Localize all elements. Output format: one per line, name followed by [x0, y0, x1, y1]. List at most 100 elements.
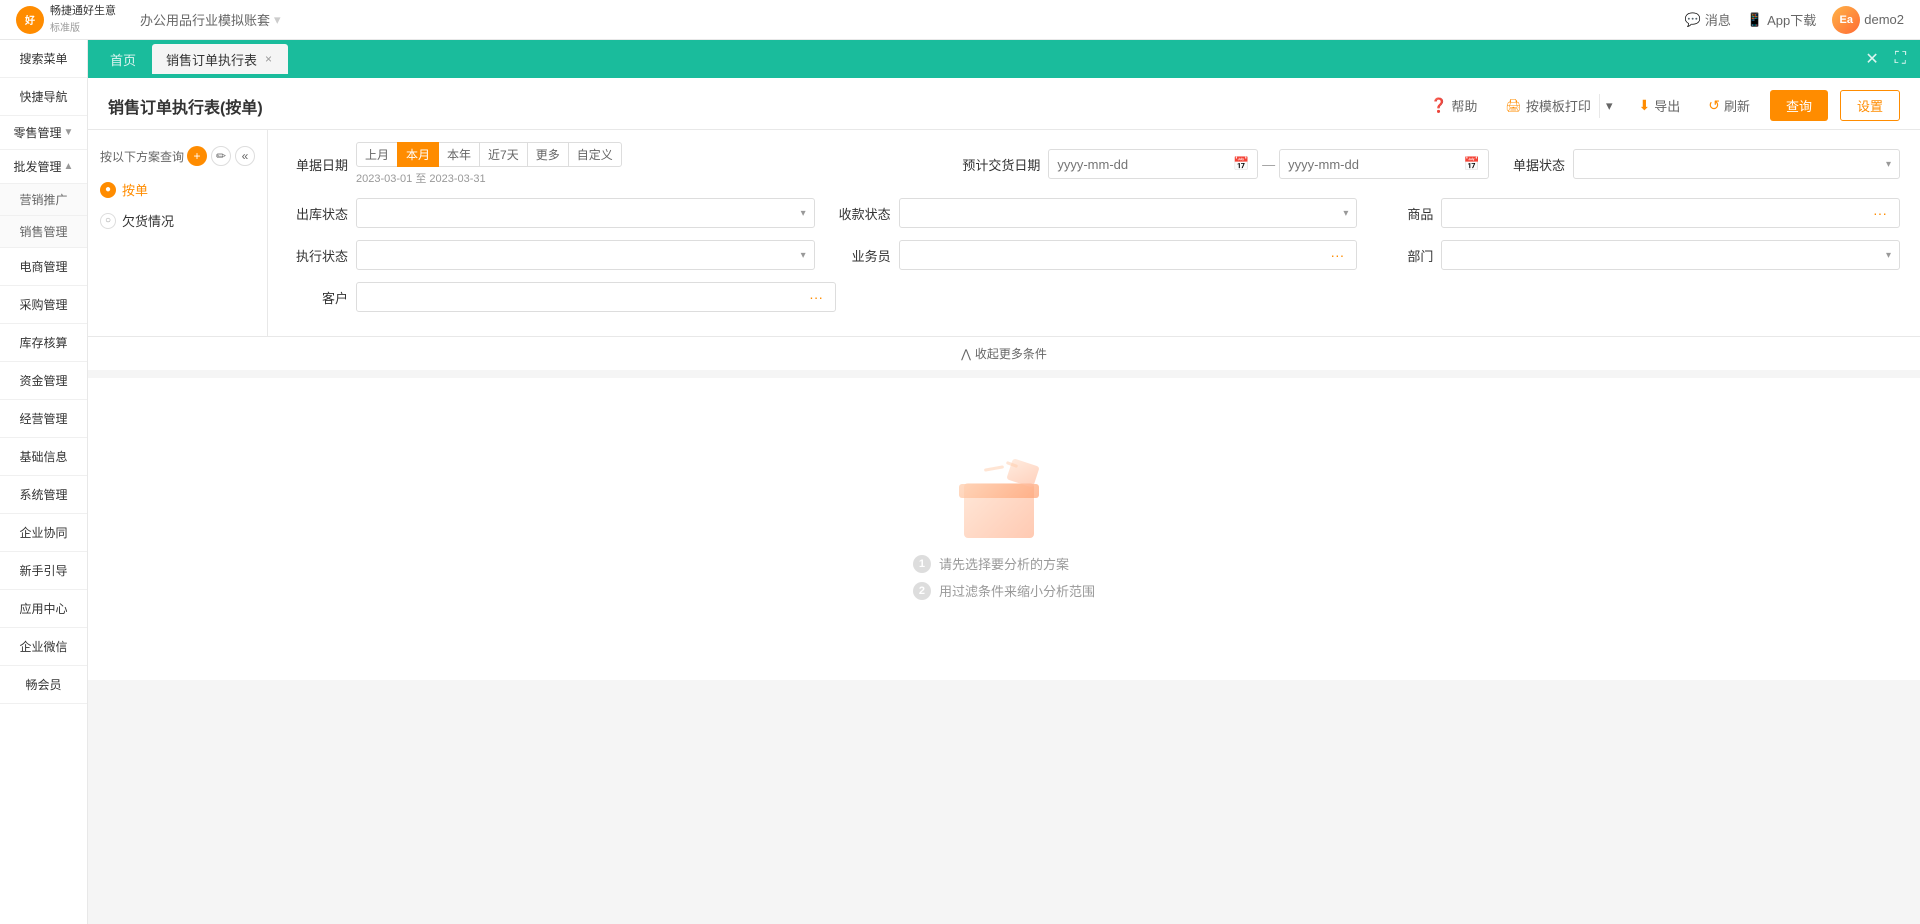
print-button-group: 🖨 按模板打印 ▾	[1497, 92, 1618, 119]
salesperson-select[interactable]: ···	[899, 240, 1358, 270]
execution-select-arrow: ▾	[801, 250, 806, 261]
breadcrumb-text: 办公用品行业模拟账套	[140, 10, 270, 29]
date-tab-this-month[interactable]: 本月	[397, 142, 439, 167]
sidebar-item-enterprise[interactable]: 企业协同	[0, 514, 87, 552]
empty-state: 1 请先选择要分析的方案 2 用过滤条件来缩小分析范围	[88, 378, 1920, 680]
filter-row-2: 出库状态 ▾ 收款状态 ▾	[288, 198, 1900, 228]
customer-more-icon[interactable]: ···	[805, 289, 827, 305]
sidebar-item-purchase[interactable]: 采购管理	[0, 286, 87, 324]
goods-label: 商品	[1373, 204, 1433, 223]
payment-group: 收款状态 ▾	[831, 198, 1358, 228]
filter-row-3: 执行状态 ▾ 业务员 ···	[288, 240, 1900, 270]
sidebar-item-inventory[interactable]: 库存核算	[0, 324, 87, 362]
sidebar-item-search[interactable]: 搜索菜单	[0, 40, 87, 78]
tab-close-icon[interactable]: ×	[263, 52, 274, 66]
date-range-text: 2023-03-01 至 2023-03-31	[356, 170, 946, 186]
content-area: 首页 销售订单执行表 × ✕ ⛶ 销售订单执行表(按单) ❓ 帮助	[88, 40, 1920, 924]
step-1-text: 请先选择要分析的方案	[939, 554, 1069, 573]
collapse-chevron-icon: ⋀	[961, 347, 971, 361]
header-left: 好 畅捷通好生意 标准版 办公用品行业模拟账套 ▾	[16, 5, 281, 33]
scheme-item-by-order[interactable]: ● 按单	[88, 174, 267, 205]
outbound-select[interactable]: ▾	[356, 198, 815, 228]
expected-date-end[interactable]: 📅	[1279, 149, 1489, 179]
app-download-button[interactable]: 📱 App下载	[1747, 10, 1816, 29]
tab-sales-order[interactable]: 销售订单执行表 ×	[152, 44, 288, 74]
sidebar-item-member[interactable]: 畅会员	[0, 666, 87, 704]
customer-select[interactable]: ···	[356, 282, 836, 312]
sidebar-item-sales-management[interactable]: 销售管理	[0, 216, 87, 248]
add-scheme-button[interactable]: +	[187, 146, 207, 166]
salesperson-more-icon[interactable]: ···	[1326, 247, 1348, 263]
sidebar-item-quick-nav[interactable]: 快捷导航	[0, 78, 87, 116]
help-button[interactable]: ❓ 帮助	[1422, 92, 1485, 119]
step-1-number: 1	[913, 555, 931, 573]
logo-subtitle: 标准版	[50, 19, 116, 34]
scheme-item-backorder[interactable]: ○ 欠货情况	[88, 205, 267, 236]
sidebar-item-finance[interactable]: 资金管理	[0, 362, 87, 400]
dept-group: 部门 ▾	[1373, 240, 1900, 270]
export-button[interactable]: ⬇ 导出	[1630, 92, 1688, 119]
settings-button[interactable]: 设置	[1840, 90, 1900, 121]
status-select[interactable]: ▾	[1573, 149, 1900, 179]
message-button[interactable]: 💬 消息	[1685, 10, 1731, 29]
date-tab-more[interactable]: 更多	[527, 142, 569, 167]
logo-text-area: 畅捷通好生意 标准版	[50, 5, 116, 33]
export-icon: ⬇	[1638, 97, 1650, 114]
payment-select[interactable]: ▾	[899, 198, 1358, 228]
sidebar-item-app-center[interactable]: 应用中心	[0, 590, 87, 628]
scheme-inactive-icon: ○	[100, 213, 116, 229]
sidebar-item-system[interactable]: 系统管理	[0, 476, 87, 514]
wholesale-expand-icon: ▲	[64, 161, 74, 172]
edit-scheme-button[interactable]: ✏	[211, 146, 231, 166]
sidebar-item-newbie[interactable]: 新手引导	[0, 552, 87, 590]
sidebar-item-marketing[interactable]: 营销推广	[0, 184, 87, 216]
date-tab-custom[interactable]: 自定义	[568, 142, 622, 167]
expected-date-start-input[interactable]	[1057, 157, 1229, 172]
collapse-button[interactable]: ⋀ 收起更多条件	[961, 345, 1047, 362]
refresh-button[interactable]: ↺ 刷新	[1700, 92, 1758, 119]
filter-panel: 按以下方案查询 + ✏ « ● 按单 ○	[88, 130, 1920, 370]
logo-area[interactable]: 好 畅捷通好生意 标准版	[16, 5, 116, 33]
step-2-number: 2	[913, 582, 931, 600]
goods-select[interactable]: ···	[1441, 198, 1900, 228]
customer-label: 客户	[288, 288, 348, 307]
tab-home[interactable]: 首页	[96, 44, 150, 74]
tab-bar: 首页 销售订单执行表 × ✕ ⛶	[88, 40, 1920, 78]
sidebar-item-basic-info[interactable]: 基础信息	[0, 438, 87, 476]
empty-step-2: 2 用过滤条件来缩小分析范围	[913, 581, 1095, 600]
username-label: demo2	[1864, 12, 1904, 27]
expected-date-start[interactable]: 📅	[1048, 149, 1258, 179]
print-button[interactable]: 🖨 按模板打印	[1497, 92, 1599, 119]
dept-select-arrow: ▾	[1886, 250, 1891, 261]
user-area[interactable]: Ea demo2	[1832, 6, 1904, 34]
breadcrumb-arrow-icon[interactable]: ▾	[274, 12, 281, 28]
print-label: 按模板打印	[1526, 96, 1591, 115]
message-icon: 💬	[1685, 12, 1701, 28]
collapse-label: 收起更多条件	[975, 345, 1047, 362]
date-tab-this-year[interactable]: 本年	[438, 142, 480, 167]
step-2-text: 用过滤条件来缩小分析范围	[939, 581, 1095, 600]
dept-select[interactable]: ▾	[1441, 240, 1900, 270]
logo-icon: 好	[16, 6, 44, 34]
goods-more-icon[interactable]: ···	[1869, 205, 1891, 221]
empty-messages: 1 请先选择要分析的方案 2 用过滤条件来缩小分析范围	[913, 554, 1095, 600]
date-tab-last-month[interactable]: 上月	[356, 142, 398, 167]
execution-select[interactable]: ▾	[356, 240, 815, 270]
date-label: 单据日期	[288, 155, 348, 174]
expected-date-end-input[interactable]	[1288, 157, 1460, 172]
top-header: 好 畅捷通好生意 标准版 办公用品行业模拟账套 ▾ 💬 消息 📱 App下载 E…	[0, 0, 1920, 40]
logo-title: 畅捷通好生意	[50, 5, 116, 18]
tab-close-button[interactable]: ✕	[1859, 45, 1884, 73]
sidebar-item-wholesale[interactable]: 批发管理 ▲	[0, 150, 87, 184]
tab-maximize-button[interactable]: ⛶	[1889, 46, 1912, 72]
sidebar-item-retail[interactable]: 零售管理 ▼	[0, 116, 87, 150]
refresh-label: 刷新	[1724, 96, 1750, 115]
sidebar-item-operations[interactable]: 经营管理	[0, 400, 87, 438]
print-dropdown-button[interactable]: ▾	[1599, 94, 1619, 118]
sidebar-item-ecommerce[interactable]: 电商管理	[0, 248, 87, 286]
date-tab-7days[interactable]: 近7天	[479, 142, 528, 167]
collapse-scheme-button[interactable]: «	[235, 146, 255, 166]
page-header-actions: ❓ 帮助 🖨 按模板打印 ▾ ⬇ 导出	[1422, 90, 1900, 121]
query-button[interactable]: 查询	[1770, 90, 1828, 121]
sidebar-item-wechat[interactable]: 企业微信	[0, 628, 87, 666]
